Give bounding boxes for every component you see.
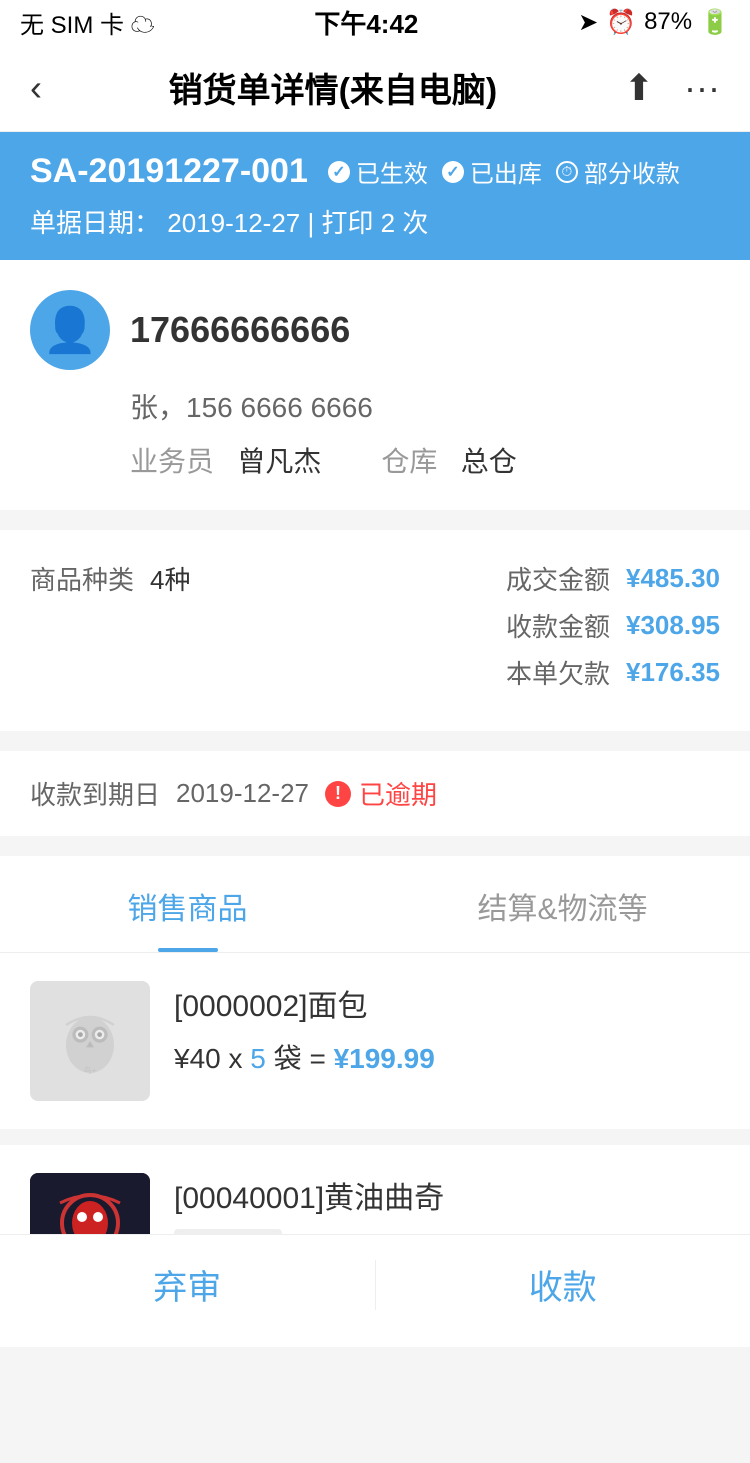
debt-amount: ¥176.35: [626, 657, 720, 688]
due-date-section: 收款到期日 2019-12-27 ! 已逾期: [0, 751, 750, 836]
tabs-section: 销售商品 结算&物流等: [0, 856, 750, 953]
svg-text:鸟+: 鸟+: [84, 1065, 97, 1075]
bottom-bar: 弃审 收款: [0, 1234, 750, 1334]
order-header-banner: SA-20191227-001 已生效 已出库 ⏱ 部分收款 单据日期： 201…: [0, 132, 750, 260]
overdue-badge: ! 已逾期: [325, 775, 437, 812]
product-price-1: ¥40 x 5 袋 = ¥199.99: [174, 1037, 720, 1077]
price-base-1: ¥40: [174, 1043, 221, 1074]
badge-partial-payment: ⏱ 部分收款: [556, 154, 680, 189]
trans-label: 成交金额: [506, 560, 610, 597]
page-title: 销货单详情(来自电脑): [169, 63, 498, 112]
status-time: 下午4:42: [314, 4, 418, 41]
due-date-value: 2019-12-27: [176, 778, 309, 809]
status-badges: 已生效 已出库 ⏱ 部分收款: [328, 154, 680, 189]
banner-top-row: SA-20191227-001 已生效 已出库 ⏱ 部分收款: [30, 152, 720, 191]
customer-meta: 业务员 曾凡杰 仓库 总仓: [30, 440, 720, 480]
status-left: 无 SIM 卡 ☁: [20, 5, 155, 40]
user-icon: 👤: [43, 304, 98, 356]
badge-shipped: 已出库: [442, 154, 542, 189]
warehouse-label: 仓库: [381, 446, 437, 477]
nav-actions: ⬆ ···: [624, 67, 720, 109]
customer-contact: 张，156 6666 6666: [30, 386, 720, 426]
overdue-icon: !: [325, 781, 351, 807]
summary-left: 商品种类 4种: [30, 560, 190, 603]
status-right: ➤ ⏰ 87% 🔋: [578, 8, 730, 37]
debt-label: 本单欠款: [506, 654, 610, 691]
debt-amount-row: 本单欠款 ¥176.35: [506, 654, 720, 691]
summary-section: 商品种类 4种 成交金额 ¥485.30 收款金额 ¥308.95 本单欠款 ¥…: [0, 530, 750, 731]
receipt-amount-row: 收款金额 ¥308.95: [506, 607, 720, 644]
trans-amount-row: 成交金额 ¥485.30: [506, 560, 720, 597]
product-thumb-1: 鸟+: [30, 981, 150, 1101]
share-button[interactable]: ⬆: [624, 67, 654, 109]
price-unit-1: 袋: [274, 1043, 302, 1074]
category-row: 商品种类 4种: [30, 560, 190, 597]
order-id: SA-20191227-001: [30, 152, 308, 191]
abandon-review-button[interactable]: 弃审: [0, 1240, 375, 1329]
summary-right: 成交金额 ¥485.30 收款金额 ¥308.95 本单欠款 ¥176.35: [506, 560, 720, 701]
receipt-amount: ¥308.95: [626, 610, 720, 641]
price-qty-1: 5: [250, 1043, 266, 1074]
nav-bar: ‹ 销货单详情(来自电脑) ⬆ ···: [0, 44, 750, 132]
tab-sales-products[interactable]: 销售商品: [0, 856, 375, 952]
product-card-1: 鸟+ [0000002]面包 ¥40 x 5 袋 = ¥199.99: [0, 953, 750, 1129]
check-icon-1: [328, 161, 350, 183]
receipt-label: 收款金额: [506, 607, 610, 644]
warehouse-meta: 仓库 总仓: [381, 440, 516, 480]
overdue-text: 已逾期: [359, 775, 437, 812]
due-date-label: 收款到期日: [30, 775, 160, 812]
trans-amount: ¥485.30: [626, 563, 720, 594]
banner-date-row: 单据日期： 2019-12-27 | 打印 2 次: [30, 203, 720, 240]
more-button[interactable]: ···: [684, 67, 720, 109]
category-count: 4种: [150, 560, 190, 597]
signal-text: 无 SIM 卡 ☁: [20, 5, 155, 40]
back-button[interactable]: ‹: [30, 67, 42, 109]
customer-row: 👤 17666666666: [30, 290, 720, 370]
price-total-1: ¥199.99: [334, 1043, 435, 1074]
check-icon-2: [442, 161, 464, 183]
tab-settlement[interactable]: 结算&物流等: [375, 856, 750, 952]
product-image-1: 鸟+: [50, 1001, 130, 1081]
sales-label: 业务员: [130, 446, 214, 477]
clock-icon: ⏱: [556, 161, 578, 183]
tabs-row: 销售商品 结算&物流等: [0, 856, 750, 953]
battery-text: 87%: [644, 8, 692, 36]
product-name-2: [00040001]黄油曲奇: [174, 1173, 720, 1217]
badge-effective: 已生效: [328, 154, 428, 189]
customer-section: 👤 17666666666 张，156 6666 6666 业务员 曾凡杰 仓库…: [0, 260, 750, 510]
battery-icon: 🔋: [700, 8, 730, 37]
product-name-1: [0000002]面包: [174, 981, 720, 1025]
sales-meta: 业务员 曾凡杰: [130, 440, 321, 480]
status-bar: 无 SIM 卡 ☁ 下午4:42 ➤ ⏰ 87% 🔋: [0, 0, 750, 44]
customer-phone: 17666666666: [130, 309, 350, 351]
avatar: 👤: [30, 290, 110, 370]
payment-button[interactable]: 收款: [376, 1240, 750, 1329]
category-label: 商品种类: [30, 560, 134, 597]
location-icon: ➤: [578, 8, 598, 37]
product-info-1: [0000002]面包 ¥40 x 5 袋 = ¥199.99: [174, 981, 720, 1077]
alarm-icon: ⏰: [606, 8, 636, 37]
sales-name: 曾凡杰: [237, 446, 321, 477]
warehouse-name: 总仓: [461, 446, 517, 477]
